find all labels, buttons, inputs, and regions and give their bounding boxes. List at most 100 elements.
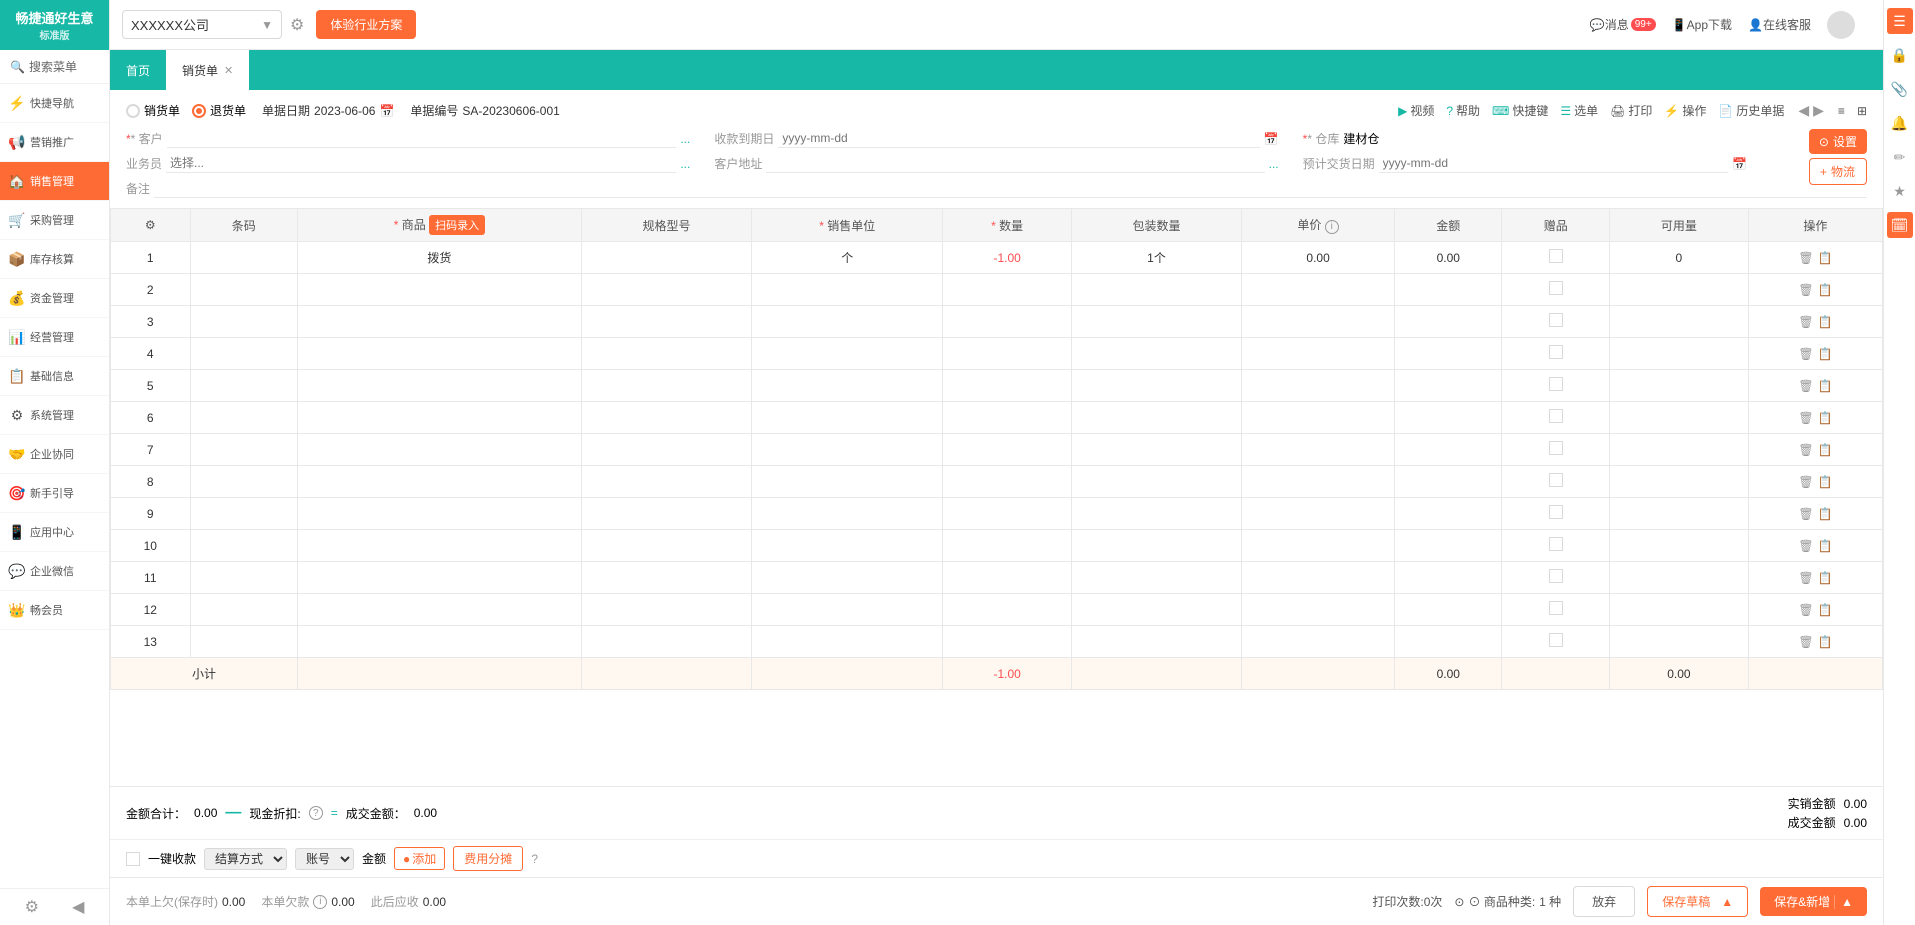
radio-sales[interactable]: 销货单 xyxy=(126,102,180,119)
th-settings[interactable]: ⚙ xyxy=(111,209,191,242)
sidebar-item-wechat[interactable]: 💬 企业微信 xyxy=(0,552,109,591)
sidebar-collapse-btn[interactable]: ◀ xyxy=(72,897,84,917)
action-btn[interactable]: ⚡ 操作 xyxy=(1664,102,1706,119)
row-delete-icon[interactable]: 🗑 xyxy=(1798,571,1813,585)
right-panel-btn-2[interactable]: 🔒 xyxy=(1887,42,1913,68)
sidebar-search[interactable]: 🔍 搜索菜单 xyxy=(0,50,109,84)
customer-picker-icon[interactable]: ... xyxy=(680,132,690,146)
row-delete-icon[interactable]: 🗑 xyxy=(1798,635,1813,649)
help-btn[interactable]: ? 帮助 xyxy=(1446,102,1480,119)
sidebar-item-app-center[interactable]: 📱 应用中心 xyxy=(0,513,109,552)
row-copy-icon[interactable]: 📋 xyxy=(1818,283,1833,297)
save-draft-button[interactable]: 保存草稿 ▲ xyxy=(1647,886,1748,917)
warehouse-value[interactable]: 建材仓 xyxy=(1343,130,1853,147)
customer-address-picker-icon[interactable]: ... xyxy=(1269,157,1279,171)
tab-sales-order[interactable]: 销货单 ✕ xyxy=(166,50,249,90)
date-value[interactable]: 2023-06-06 xyxy=(314,104,375,118)
sidebar-item-finance[interactable]: 💰 资金管理 xyxy=(0,279,109,318)
nav-next-btn[interactable]: ▶ xyxy=(1811,100,1826,121)
right-panel-btn-7[interactable]: 🗓 xyxy=(1887,212,1913,238)
row-delete-icon[interactable]: 🗑 xyxy=(1798,443,1813,457)
expense-help-icon[interactable]: ? xyxy=(531,852,538,866)
row-pkg-qty[interactable]: 1个 xyxy=(1071,242,1241,274)
right-panel-btn-3[interactable]: 📎 xyxy=(1887,76,1913,102)
right-panel-btn-5[interactable]: ✏ xyxy=(1887,144,1913,170)
row-delete-icon[interactable]: 🗑 xyxy=(1798,379,1813,393)
id-value[interactable]: SA-20230606-001 xyxy=(462,104,559,118)
sidebar-item-guide[interactable]: 🎯 新手引导 xyxy=(0,474,109,513)
row-delete-icon[interactable]: 🗑 xyxy=(1798,603,1813,617)
select-btn[interactable]: ☰ 选单 xyxy=(1560,102,1598,119)
row-copy-icon[interactable]: 📋 xyxy=(1818,635,1833,649)
scan-btn[interactable]: 扫码录入 xyxy=(429,215,485,235)
company-selector[interactable]: XXXXXX公司 ▼ xyxy=(122,10,282,39)
row-amount[interactable]: 0.00 xyxy=(1395,242,1502,274)
right-panel-btn-6[interactable]: ★ xyxy=(1887,178,1913,204)
view-list-btn[interactable]: ≡ xyxy=(1838,104,1845,118)
row-unit[interactable]: 个 xyxy=(752,242,943,274)
expense-btn[interactable]: 费用分摊 xyxy=(453,846,523,871)
row-delete-icon[interactable]: 🗑 xyxy=(1798,411,1813,425)
salesperson-picker-icon[interactable]: ... xyxy=(680,157,690,171)
print-btn[interactable]: 🖨 打印 xyxy=(1610,102,1652,119)
user-avatar[interactable] xyxy=(1827,11,1855,39)
row-delete-icon[interactable]: 🗑 xyxy=(1798,507,1813,521)
radio-return[interactable]: 退货单 xyxy=(192,102,246,119)
due-date-calendar-icon[interactable]: 📅 xyxy=(1264,132,1279,146)
sidebar-item-marketing[interactable]: 📢 营销推广 xyxy=(0,123,109,162)
due-date-input[interactable] xyxy=(778,129,1259,148)
note-input[interactable] xyxy=(154,179,1867,198)
topbar-settings-icon[interactable]: ⚙ xyxy=(290,15,304,35)
gift-checkbox[interactable] xyxy=(1549,249,1563,263)
sidebar-item-member[interactable]: 👑 畅会员 xyxy=(0,591,109,630)
right-panel-btn-4[interactable]: 🔔 xyxy=(1887,110,1913,136)
sidebar-settings-btn[interactable]: ⚙ xyxy=(25,897,39,917)
tab-home[interactable]: 首页 xyxy=(110,50,166,90)
settings-button[interactable]: ⊙ 设置 xyxy=(1809,129,1867,154)
save-draft-arrow-icon[interactable]: ▲ xyxy=(1714,895,1733,909)
row-copy-icon[interactable]: 📋 xyxy=(1818,379,1833,393)
trial-button[interactable]: 体验行业方案 xyxy=(316,10,416,39)
account-select[interactable]: 账号 xyxy=(295,848,354,870)
row-goods[interactable]: 拨货 xyxy=(297,242,581,274)
sidebar-item-system[interactable]: ⚙ 系统管理 xyxy=(0,396,109,435)
row-copy-icon[interactable]: 📋 xyxy=(1818,507,1833,521)
row-delete-icon[interactable]: 🗑 xyxy=(1798,315,1813,329)
date-calendar-icon[interactable]: 📅 xyxy=(379,104,394,118)
row-delete-icon[interactable]: 🗑 xyxy=(1798,347,1813,361)
online-service-btn[interactable]: 👤 在线客服 xyxy=(1748,16,1811,33)
sidebar-item-enterprise[interactable]: 🤝 企业协同 xyxy=(0,435,109,474)
shortcut-btn[interactable]: ⌨ 快捷键 xyxy=(1492,102,1548,119)
cash-discount-info-icon[interactable]: ? xyxy=(309,806,323,820)
save-new-button[interactable]: 保存&新增 ▲ xyxy=(1760,887,1867,916)
add-payment-btn[interactable]: ● 添加 xyxy=(394,847,445,870)
debit-info-icon[interactable]: i xyxy=(313,895,327,909)
row-copy-icon[interactable]: 📋 xyxy=(1818,411,1833,425)
expected-date-input[interactable] xyxy=(1379,154,1728,173)
sidebar-item-business[interactable]: 📊 经营管理 xyxy=(0,318,109,357)
save-new-arrow-icon[interactable]: ▲ xyxy=(1834,895,1853,909)
row-delete-icon[interactable]: 🗑 xyxy=(1798,251,1813,265)
row-copy-icon[interactable]: 📋 xyxy=(1818,443,1833,457)
row-barcode[interactable] xyxy=(190,242,297,274)
row-copy-icon[interactable]: 📋 xyxy=(1818,251,1833,265)
abandon-button[interactable]: 放弃 xyxy=(1573,886,1635,917)
nav-prev-btn[interactable]: ◀ xyxy=(1796,100,1811,121)
sidebar-item-quick-nav[interactable]: ⚡ 快捷导航 xyxy=(0,84,109,123)
video-btn[interactable]: ▶ 视频 xyxy=(1398,102,1434,119)
row-copy-icon[interactable]: 📋 xyxy=(1818,571,1833,585)
customer-address-input[interactable] xyxy=(766,154,1264,173)
payment-method-select[interactable]: 结算方式 xyxy=(204,848,287,870)
sidebar-item-purchase[interactable]: 🛒 采购管理 xyxy=(0,201,109,240)
row-copy-icon[interactable]: 📋 xyxy=(1818,603,1833,617)
row-qty[interactable]: -1.00 xyxy=(943,242,1071,274)
row-delete-icon[interactable]: 🗑 xyxy=(1798,475,1813,489)
row-gift[interactable] xyxy=(1502,242,1609,274)
salesperson-input[interactable] xyxy=(166,154,676,173)
sidebar-item-basic[interactable]: 📋 基础信息 xyxy=(0,357,109,396)
row-delete-icon[interactable]: 🗑 xyxy=(1798,283,1813,297)
sidebar-item-sales[interactable]: 🏠 销售管理 xyxy=(0,162,109,201)
history-btn[interactable]: 📄 历史单据 xyxy=(1718,102,1784,119)
one-click-pay-checkbox[interactable] xyxy=(126,852,140,866)
row-copy-icon[interactable]: 📋 xyxy=(1818,475,1833,489)
